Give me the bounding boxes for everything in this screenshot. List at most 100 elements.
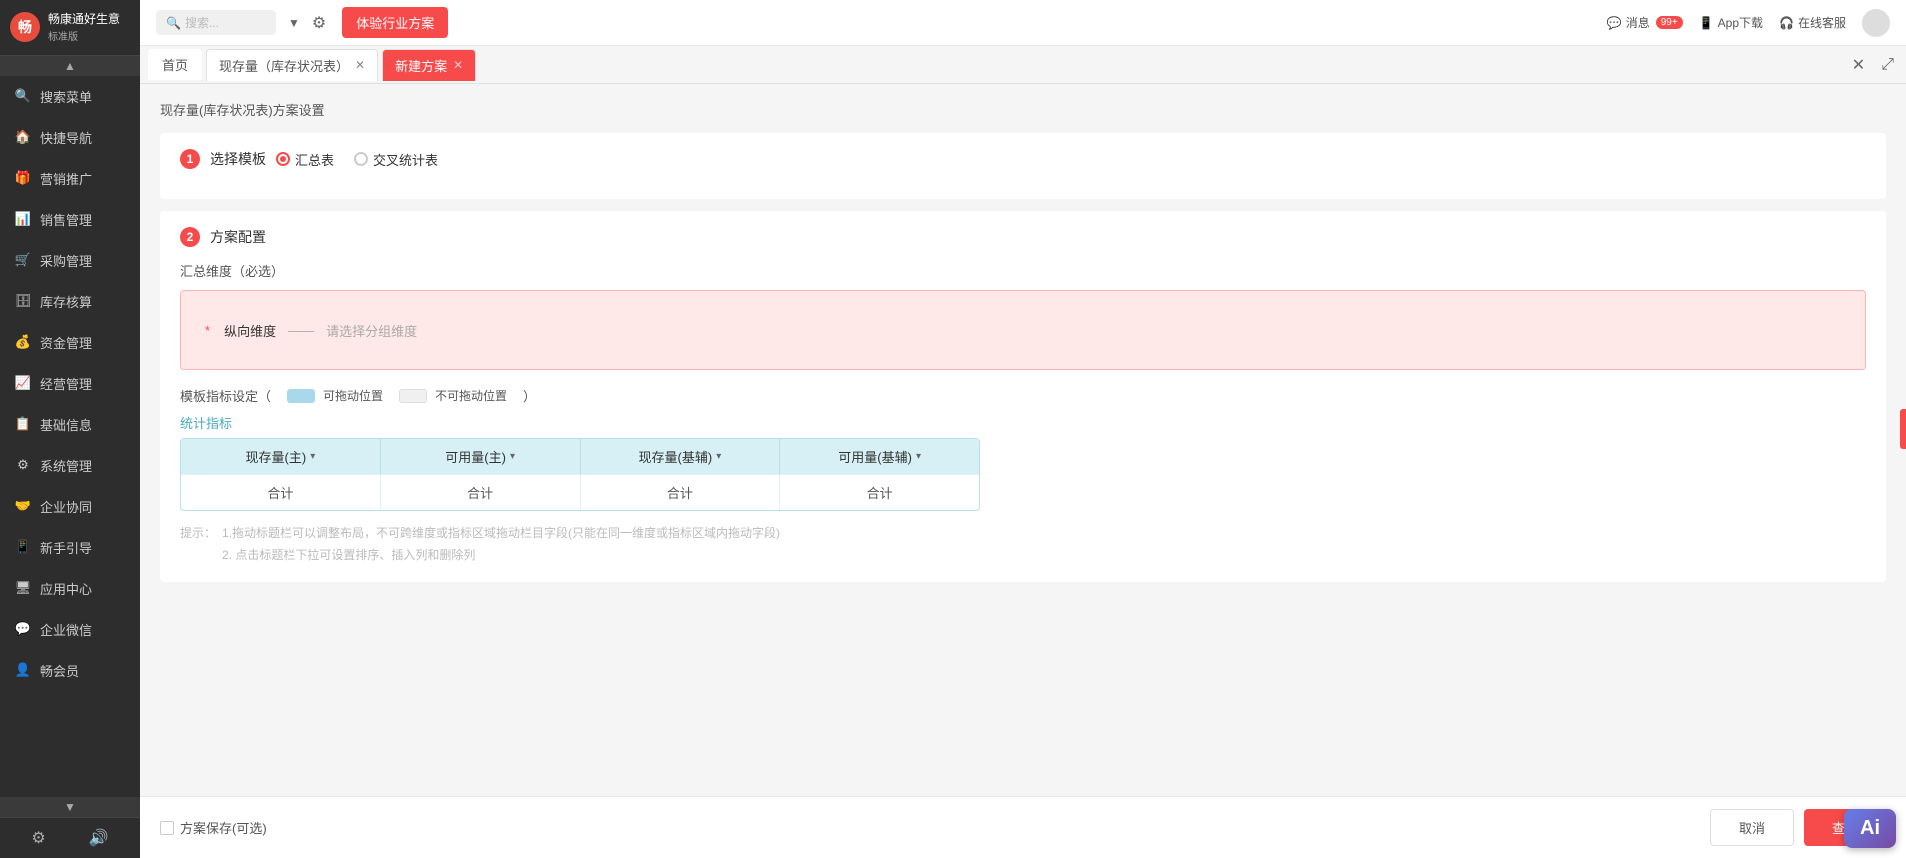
- col-chevron-2: ▾: [716, 451, 721, 462]
- col-header-3[interactable]: 可用量(基辅) ▾: [780, 439, 979, 474]
- tip-prefix: 提示：: [180, 523, 216, 545]
- app-logo: 畅 畅康通好生意 标准版: [0, 0, 140, 56]
- sidebar-label-finance: 资金管理: [40, 333, 92, 352]
- sidebar-item-purchase[interactable]: 🛒 采购管理: [0, 240, 140, 281]
- legend-draggable-box: [287, 389, 315, 403]
- stats-title: 统计指标: [180, 413, 1866, 432]
- sidebar-label-search: 搜索菜单: [40, 87, 92, 106]
- tip-text-0: 1.拖动标题栏可以调整布局，不可跨维度或指标区域拖动栏目字段(只能在同一维度或指…: [222, 523, 780, 545]
- header-dropdown[interactable]: ▼: [288, 16, 300, 30]
- sidebar-item-basicinfo[interactable]: 📋 基础信息: [0, 404, 140, 445]
- sidebar-label-business: 经营管理: [40, 374, 92, 393]
- step2-header: 2 方案配置: [180, 227, 1866, 247]
- metrics-data-row: 合计 合计 合计 合计: [181, 474, 979, 510]
- tab-new-scheme[interactable]: 新建方案 ✕: [382, 49, 476, 81]
- cancel-button[interactable]: 取消: [1710, 809, 1794, 846]
- marketing-nav-icon: 🎁: [14, 169, 32, 187]
- main-area: 🔍 搜索... ▼ ⚙ 体验行业方案 💬 消息 99+ 📱 App下载 🎧 在线…: [140, 0, 1906, 858]
- tab-inventory-label: 现存量（库存状况表）: [219, 56, 349, 75]
- sidebar-item-search[interactable]: 🔍 搜索菜单: [0, 76, 140, 117]
- tip-item-0: 提示： 1.拖动标题栏可以调整布局，不可跨维度或指标区域拖动栏目字段(只能在同一…: [180, 523, 1866, 545]
- dimension-label: 汇总维度（必选）: [180, 261, 1866, 280]
- radio-summary-circle: [276, 152, 290, 166]
- volume-icon[interactable]: 🔊: [89, 828, 109, 848]
- tab-new-scheme-close[interactable]: ✕: [453, 58, 463, 72]
- col-label-1: 可用量(主): [445, 447, 506, 466]
- metrics-title-text: 模板指标设定（: [180, 386, 271, 405]
- sidebar-scroll-down[interactable]: ▼: [0, 797, 140, 817]
- save-option-label: 方案保存(可选): [180, 818, 267, 837]
- metrics-label: 模板指标设定（ 可拖动位置 不可拖动位置 ）: [180, 386, 1866, 405]
- member-nav-icon: 👤: [14, 661, 32, 679]
- purchase-nav-icon: 🛒: [14, 251, 32, 269]
- col-data-2: 合计: [581, 475, 781, 510]
- app-download-item[interactable]: 📱 App下载: [1699, 14, 1763, 31]
- col-data-3: 合计: [780, 475, 979, 510]
- sidebar-item-inventory[interactable]: 🗄 库存核算: [0, 281, 140, 322]
- sales-nav-icon: 📊: [14, 210, 32, 228]
- sidebar-label-appcenter: 应用中心: [40, 579, 92, 598]
- sidebar-item-sales[interactable]: 📊 销售管理: [0, 199, 140, 240]
- sidebar-item-shortcut[interactable]: 🏠 快捷导航: [0, 117, 140, 158]
- required-mark: *: [205, 323, 210, 338]
- sidebar-item-wechat[interactable]: 💬 企业微信: [0, 609, 140, 650]
- tab-inventory-close[interactable]: ✕: [355, 58, 365, 72]
- col-header-1[interactable]: 可用量(主) ▾: [381, 439, 581, 474]
- logo-icon: 畅: [10, 12, 40, 42]
- service-icon: 🎧: [1779, 16, 1794, 30]
- settings-icon[interactable]: ⚙: [31, 828, 45, 848]
- online-service-item[interactable]: 🎧 在线客服: [1779, 14, 1846, 31]
- sidebar-label-cooperation: 企业协同: [40, 497, 92, 516]
- dimension-dash: ——: [288, 323, 314, 338]
- sidebar-item-business[interactable]: 📈 经营管理: [0, 363, 140, 404]
- legend-fixed-box: [399, 389, 427, 403]
- search-icon: 🔍: [166, 16, 181, 30]
- tab-close-icon[interactable]: ✕: [1848, 51, 1869, 79]
- dimension-box: * 纵向维度 —— 请选择分组维度: [180, 290, 1866, 370]
- radio-summary[interactable]: 汇总表: [276, 150, 334, 169]
- metrics-table: 现存量(主) ▾ 可用量(主) ▾ 现存量(基辅) ▾ 可用量(基辅): [180, 438, 980, 511]
- col-header-0[interactable]: 现存量(主) ▾: [181, 439, 381, 474]
- tab-inventory[interactable]: 现存量（库存状况表） ✕: [206, 49, 378, 81]
- messages-item[interactable]: 💬 消息 99+: [1607, 14, 1683, 31]
- tab-new-scheme-label: 新建方案: [395, 56, 447, 75]
- sidebar-item-cooperation[interactable]: 🤝 企业协同: [0, 486, 140, 527]
- sidebar-item-marketing[interactable]: 🎁 营销推广: [0, 158, 140, 199]
- sidebar-label-system: 系统管理: [40, 456, 92, 475]
- step1-section: 1 选择模板 汇总表 交叉统计表: [160, 133, 1886, 199]
- metrics-title-close: ）: [523, 386, 536, 405]
- dimension-row: * 纵向维度 —— 请选择分组维度: [205, 321, 417, 340]
- radio-crosstab[interactable]: 交叉统计表: [354, 150, 438, 169]
- save-option[interactable]: 方案保存(可选): [160, 818, 267, 837]
- basicinfo-nav-icon: 📋: [14, 415, 32, 433]
- sidebar-item-system[interactable]: ⚙ 系统管理: [0, 445, 140, 486]
- step2-section: 2 方案配置 汇总维度（必选） * 纵向维度 —— 请选择分组维度 模板指标设定…: [160, 211, 1886, 582]
- sidebar-item-newguide[interactable]: 📱 新手引导: [0, 527, 140, 568]
- metrics-header-row: 现存量(主) ▾ 可用量(主) ▾ 现存量(基辅) ▾ 可用量(基辅): [181, 439, 979, 474]
- save-checkbox[interactable]: [160, 821, 174, 835]
- download-icon: 📱: [1699, 16, 1714, 30]
- metrics-section: 模板指标设定（ 可拖动位置 不可拖动位置 ） 统计指标 现存量: [180, 386, 1866, 511]
- legend-fixed-label: 不可拖动位置: [435, 387, 507, 404]
- col-label-3: 可用量(基辅): [838, 447, 912, 466]
- sidebar-scroll-up[interactable]: ▲: [0, 56, 140, 76]
- legend-draggable-label: 可拖动位置: [323, 387, 383, 404]
- sidebar-item-member[interactable]: 👤 畅会员: [0, 650, 140, 691]
- trial-button[interactable]: 体验行业方案: [342, 7, 448, 38]
- app-download-label: App下载: [1718, 14, 1763, 31]
- right-resize-handle[interactable]: [1900, 409, 1906, 449]
- search-nav-icon: 🔍: [14, 87, 32, 105]
- header-search[interactable]: 🔍 搜索...: [156, 10, 276, 35]
- sidebar-item-appcenter[interactable]: 🖥 应用中心: [0, 568, 140, 609]
- vertical-dimension-label: 纵向维度: [224, 321, 276, 340]
- ai-badge[interactable]: Ai: [1844, 809, 1896, 848]
- col-chevron-1: ▾: [510, 451, 515, 462]
- tips-section: 提示： 1.拖动标题栏可以调整布局，不可跨维度或指标区域拖动栏目字段(只能在同一…: [180, 523, 1866, 566]
- avatar[interactable]: [1862, 9, 1890, 37]
- cooperation-nav-icon: 🤝: [14, 497, 32, 515]
- gear-icon[interactable]: ⚙: [312, 13, 326, 33]
- tab-expand-icon[interactable]: ⤢: [1877, 52, 1898, 78]
- sidebar-item-finance[interactable]: 💰 资金管理: [0, 322, 140, 363]
- tab-home[interactable]: 首页: [148, 49, 202, 80]
- col-header-2[interactable]: 现存量(基辅) ▾: [581, 439, 781, 474]
